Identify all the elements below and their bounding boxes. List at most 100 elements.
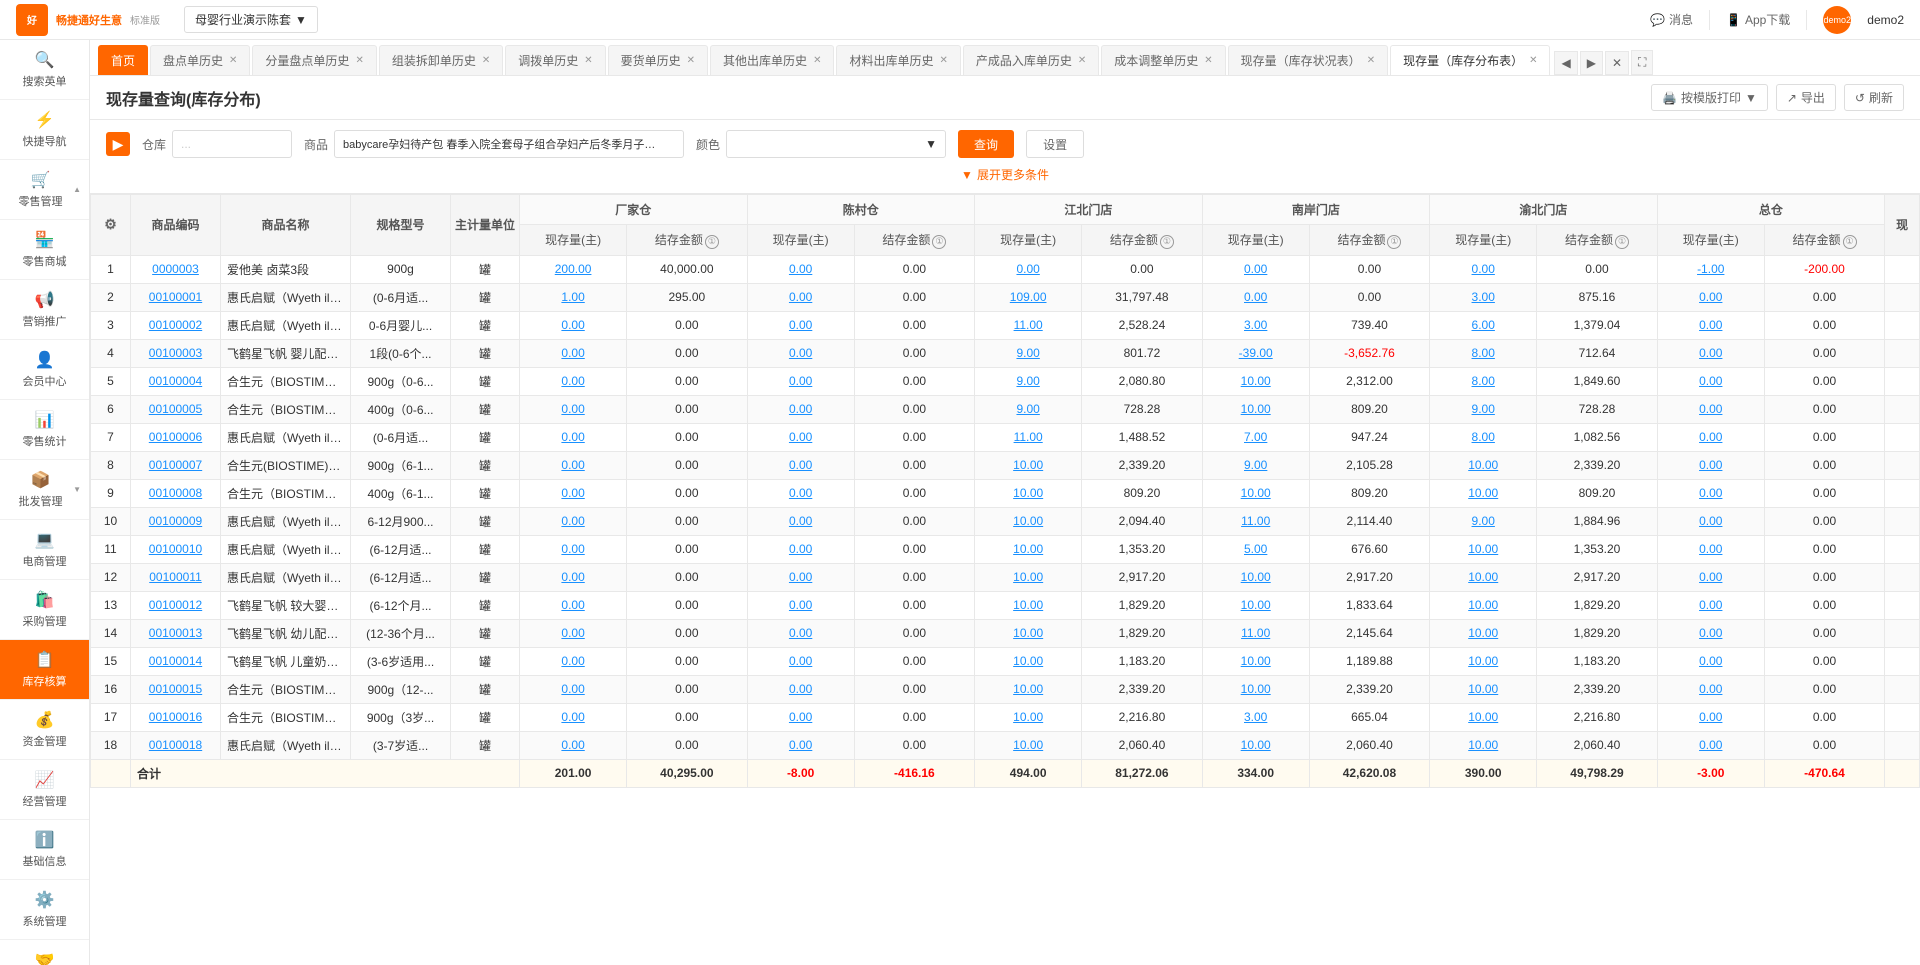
- info-icon-4[interactable]: ①: [1387, 235, 1401, 249]
- cell-cy5-qty[interactable]: 0.00: [1430, 255, 1537, 283]
- cell-cy4-qty[interactable]: 0.00: [1202, 283, 1309, 311]
- tab-close-finished-in[interactable]: ✕: [1078, 55, 1086, 66]
- cell-cy1-qty[interactable]: 0.00: [520, 423, 627, 451]
- tab-material-out[interactable]: 材料出库单历史 ✕: [836, 45, 960, 75]
- sidebar-item-operation[interactable]: 📈 经营管理: [0, 760, 89, 820]
- cell-cy4-qty[interactable]: 10.00: [1202, 367, 1309, 395]
- gear-icon[interactable]: ⚙: [104, 216, 117, 232]
- cell-total-qty[interactable]: 0.00: [1657, 283, 1764, 311]
- cell-code[interactable]: 0000003: [131, 255, 221, 283]
- tab-close-transfer[interactable]: ✕: [584, 55, 592, 66]
- sidebar-item-marketing[interactable]: 📢 营销推广: [0, 280, 89, 340]
- cell-cy5-qty[interactable]: 8.00: [1430, 367, 1537, 395]
- cell-cy2-qty[interactable]: 0.00: [747, 283, 854, 311]
- tab-requisition[interactable]: 要货单历史 ✕: [608, 45, 708, 75]
- cell-total-qty[interactable]: 0.00: [1657, 507, 1764, 535]
- sidebar-item-retail-mall[interactable]: 🏪 零售商城: [0, 220, 89, 280]
- sidebar-item-nav[interactable]: ⚡ 快捷导航: [0, 100, 89, 160]
- color-input[interactable]: ▼: [726, 130, 946, 158]
- sidebar-item-collab[interactable]: 🤝 企业协同: [0, 940, 89, 965]
- refresh-btn[interactable]: ↺ 刷新: [1844, 84, 1904, 111]
- cell-cy2-qty[interactable]: 0.00: [747, 703, 854, 731]
- cell-cy5-qty[interactable]: 10.00: [1430, 535, 1537, 563]
- cell-cy2-qty[interactable]: 0.00: [747, 311, 854, 339]
- cell-cy1-qty[interactable]: 0.00: [520, 367, 627, 395]
- cell-code[interactable]: 00100002: [131, 311, 221, 339]
- cell-cy3-qty[interactable]: 11.00: [975, 311, 1082, 339]
- cell-total-qty[interactable]: 0.00: [1657, 591, 1764, 619]
- cell-total-qty[interactable]: 0.00: [1657, 731, 1764, 759]
- cell-cy5-qty[interactable]: 8.00: [1430, 339, 1537, 367]
- cell-cy5-qty[interactable]: 3.00: [1430, 283, 1537, 311]
- cell-cy2-qty[interactable]: 0.00: [747, 619, 854, 647]
- cell-cy1-qty[interactable]: 0.00: [520, 675, 627, 703]
- cell-total-qty[interactable]: 0.00: [1657, 311, 1764, 339]
- cell-total-qty[interactable]: 0.00: [1657, 675, 1764, 703]
- cell-cy3-qty[interactable]: 10.00: [975, 731, 1082, 759]
- cell-total-qty[interactable]: 0.00: [1657, 339, 1764, 367]
- sidebar-item-finance[interactable]: 💰 资金管理: [0, 700, 89, 760]
- tab-assemble[interactable]: 组装拆卸单历史 ✕: [379, 45, 503, 75]
- cell-cy3-qty[interactable]: 9.00: [975, 367, 1082, 395]
- cell-cy1-qty[interactable]: 0.00: [520, 703, 627, 731]
- cell-cy2-qty[interactable]: 0.00: [747, 451, 854, 479]
- tab-other-out[interactable]: 其他出库单历史 ✕: [710, 45, 834, 75]
- cell-cy1-qty[interactable]: 0.00: [520, 311, 627, 339]
- info-icon-1[interactable]: ①: [705, 235, 719, 249]
- cell-cy3-qty[interactable]: 10.00: [975, 591, 1082, 619]
- tab-finished-in[interactable]: 产成品入库单历史 ✕: [963, 45, 1099, 75]
- cell-cy2-qty[interactable]: 0.00: [747, 647, 854, 675]
- cell-cy1-qty[interactable]: 1.00: [520, 283, 627, 311]
- cell-cy5-qty[interactable]: 9.00: [1430, 507, 1537, 535]
- tab-close-assemble[interactable]: ✕: [482, 55, 490, 66]
- cell-cy4-qty[interactable]: 10.00: [1202, 479, 1309, 507]
- sidebar-item-search[interactable]: 🔍 搜索英单: [0, 40, 89, 100]
- tab-stocktake-history[interactable]: 盘点单历史 ✕: [150, 45, 250, 75]
- tab-close-material-out[interactable]: ✕: [939, 55, 947, 66]
- export-btn[interactable]: ↗ 导出: [1776, 84, 1836, 111]
- cell-cy4-qty[interactable]: 5.00: [1202, 535, 1309, 563]
- cell-cy2-qty[interactable]: 0.00: [747, 395, 854, 423]
- info-icon-2[interactable]: ①: [932, 235, 946, 249]
- cell-cy4-qty[interactable]: 10.00: [1202, 563, 1309, 591]
- cell-cy4-qty[interactable]: 3.00: [1202, 703, 1309, 731]
- cell-code[interactable]: 00100006: [131, 423, 221, 451]
- cell-cy5-qty[interactable]: 10.00: [1430, 479, 1537, 507]
- cell-cy4-qty[interactable]: 9.00: [1202, 451, 1309, 479]
- tab-stock-status[interactable]: 现存量（库存状况表） ✕: [1228, 45, 1388, 75]
- tab-home[interactable]: 首页: [98, 45, 148, 75]
- info-icon-5[interactable]: ①: [1615, 235, 1629, 249]
- cell-code[interactable]: 00100004: [131, 367, 221, 395]
- cell-cy2-qty[interactable]: 0.00: [747, 479, 854, 507]
- tab-fullscreen[interactable]: ⛶: [1631, 50, 1653, 75]
- expand-btn[interactable]: ▼ 展开更多条件: [961, 166, 1049, 183]
- tab-stock-dist[interactable]: 现存量（库存分布表） ✕: [1390, 45, 1550, 75]
- cell-cy5-qty[interactable]: 10.00: [1430, 591, 1537, 619]
- username[interactable]: demo2: [1867, 13, 1904, 27]
- cell-cy3-qty[interactable]: 0.00: [975, 255, 1082, 283]
- sidebar-item-retail-stat[interactable]: 📊 零售统计: [0, 400, 89, 460]
- cell-cy5-qty[interactable]: 10.00: [1430, 675, 1537, 703]
- cell-cy1-qty[interactable]: 0.00: [520, 591, 627, 619]
- cell-cy2-qty[interactable]: 0.00: [747, 731, 854, 759]
- cell-total-qty[interactable]: -1.00: [1657, 255, 1764, 283]
- cell-cy1-qty[interactable]: 0.00: [520, 619, 627, 647]
- cell-total-qty[interactable]: 0.00: [1657, 367, 1764, 395]
- cell-cy4-qty[interactable]: 10.00: [1202, 591, 1309, 619]
- product-input[interactable]: babycare孕妇待产包 春季入院全套母子组合孕妇产后冬季月子用品 22件套 …: [334, 130, 684, 158]
- info-icon-3[interactable]: ①: [1160, 235, 1174, 249]
- cell-total-qty[interactable]: 0.00: [1657, 451, 1764, 479]
- tab-nav-prev[interactable]: ◀: [1554, 51, 1577, 75]
- app-download-btn[interactable]: 📱 App下载: [1726, 11, 1790, 28]
- info-icon-6[interactable]: ①: [1843, 235, 1857, 249]
- cell-cy1-qty[interactable]: 200.00: [520, 255, 627, 283]
- cell-code[interactable]: 00100003: [131, 339, 221, 367]
- sidebar-item-ecommerce[interactable]: 💻 电商管理: [0, 520, 89, 580]
- cell-cy2-qty[interactable]: 0.00: [747, 535, 854, 563]
- cell-code[interactable]: 00100005: [131, 395, 221, 423]
- sidebar-item-retail-mgmt[interactable]: 🛒 零售管理 ▲: [0, 160, 89, 220]
- cell-cy4-qty[interactable]: 10.00: [1202, 675, 1309, 703]
- sidebar-item-system[interactable]: ⚙️ 系统管理: [0, 880, 89, 940]
- cell-cy4-qty[interactable]: -39.00: [1202, 339, 1309, 367]
- cell-code[interactable]: 00100012: [131, 591, 221, 619]
